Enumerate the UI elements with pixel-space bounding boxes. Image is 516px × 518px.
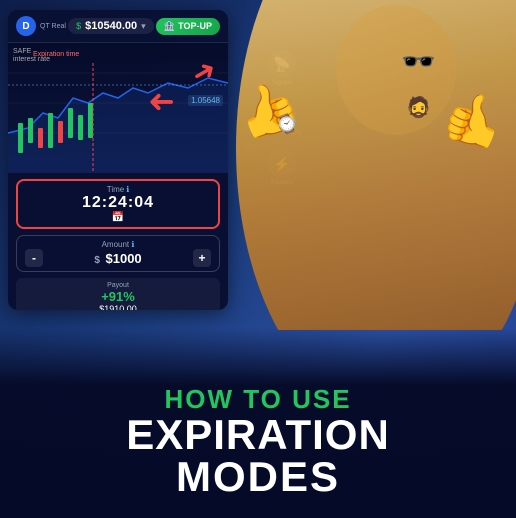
topup-icon: 🏦 [164,21,175,32]
payout-label: Payout [107,282,129,289]
time-box[interactable]: Time ℹ 12:24:04 📅 [16,179,220,229]
price-label: 1.05648 [188,95,223,106]
topup-button[interactable]: 🏦 TOP-UP [156,18,220,35]
bottom-text-area: HOW TO USE EXPIRATION MODES [0,328,516,518]
safe-label: SAFE [13,48,31,55]
topup-label: TOP-UP [178,21,212,31]
top-bar: D QT Real $ $10540.00 ▾ 🏦 TOP-UP [8,10,228,43]
person-head [336,5,456,135]
amount-number: $1000 [106,251,142,266]
amount-controls: - $ $1000 + [25,249,211,267]
payout-box: Payout +91% $1910.00 Profit $910.00 [16,278,220,310]
minus-button[interactable]: - [25,249,43,267]
expiration-text: EXPIRATION [126,414,390,456]
glasses-icon: 🕶️ [401,45,436,78]
plus-button[interactable]: + [193,249,211,267]
balance-area: $ $10540.00 ▾ [68,18,154,34]
how-to-use-text: HOW TO USE [164,385,351,414]
currency-indicator: $ [94,255,100,266]
controls-panel: Time ℹ 12:24:04 📅 Amount ℹ - $ $1000 [8,173,228,310]
left-arrow: ➜ [148,82,175,120]
time-label: Time ℹ [26,185,210,194]
person-area: 👍 👍 🕶️ 🧔 ⌚ [226,0,516,330]
modes-text: MODES [176,456,340,498]
time-value: 12:24:04 [26,194,210,212]
info-icon: ℹ [126,185,129,194]
payout-amount: $1910.00 [99,304,137,310]
logo-icon: D [16,16,36,36]
logo-area: D QT Real [16,16,66,36]
beard-icon: 🧔 [406,95,431,120]
dollar-icon: $ [76,21,81,31]
balance-value: $10540.00 [85,20,137,32]
amount-value: $ $1000 [94,251,141,266]
amount-box: Amount ℹ - $ $1000 + [16,235,220,272]
payout-percent: +91% [101,289,135,304]
expiration-line-label: Expiration time [33,51,79,58]
dropdown-icon[interactable]: ▾ [141,21,146,32]
amount-label: Amount ℹ [25,240,211,249]
main-container: D QT Real $ $10540.00 ▾ 🏦 TOP-UP SAFE in… [0,0,516,518]
calendar-icon: 📅 [26,212,210,223]
amount-info-icon: ℹ [131,240,134,249]
trading-panel: D QT Real $ $10540.00 ▾ 🏦 TOP-UP SAFE in… [8,10,228,310]
qt-real-label: QT Real [40,23,66,30]
